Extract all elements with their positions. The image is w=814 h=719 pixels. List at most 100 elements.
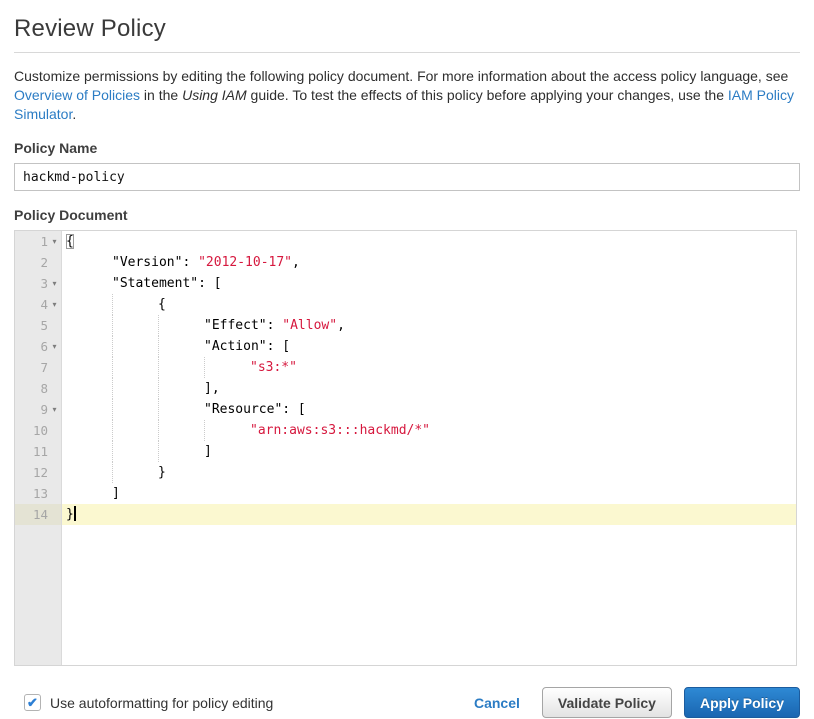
code-line-text: } [62, 462, 796, 483]
line-number: 10 [33, 420, 48, 441]
code-line-text: ] [62, 441, 796, 462]
code-line-7: "s3:*" [62, 357, 796, 378]
code-line-5: "Effect": "Allow", [62, 315, 796, 336]
indent-guide [158, 336, 159, 357]
intro-text-segment: guide. To test the effects of this polic… [247, 87, 728, 103]
fold-toggle-icon[interactable]: ▾ [48, 294, 61, 315]
policy-document-editor[interactable]: 1▾23▾4▾56▾789▾1011121314 {"Version": "20… [14, 230, 797, 666]
editor-code-area[interactable]: { "Version": "2012-10-17", "Statement": [ {… [62, 231, 796, 665]
code-line-text: "Effect": "Allow", [62, 315, 796, 336]
gutter-line-5: 5 [15, 315, 61, 336]
page-title: Review Policy [14, 15, 800, 43]
line-number: 13 [33, 483, 48, 504]
code-string-value: "s3:*" [250, 360, 297, 375]
autoformat-checkbox[interactable]: ✔ [24, 694, 41, 711]
indent-guide [158, 378, 159, 399]
code-line-text: "arn:aws:s3:::hackmd/*" [62, 420, 796, 441]
gutter-line-8: 8 [15, 378, 61, 399]
indent-guide [158, 420, 159, 441]
indent-guide [112, 399, 113, 420]
code-line-text: ], [62, 378, 796, 399]
policy-name-input[interactable] [14, 163, 800, 191]
autoformat-option[interactable]: ✔ Use autoformatting for policy editing [24, 694, 273, 711]
gutter-line-4: 4▾ [15, 294, 61, 315]
code-line-13: ] [62, 483, 796, 504]
code-line-12: } [62, 462, 796, 483]
line-number: 7 [40, 357, 48, 378]
policy-name-label: Policy Name [14, 140, 800, 156]
code-string-value: "Allow" [282, 318, 337, 333]
code-token: ] [112, 486, 120, 501]
code-token: { [66, 234, 74, 249]
code-line-1: { [62, 231, 796, 252]
code-line-11: ] [62, 441, 796, 462]
line-number: 12 [33, 462, 48, 483]
indent-guide [204, 420, 205, 441]
code-token: { [158, 297, 166, 312]
indent-guide [112, 357, 113, 378]
intro-text-segment: Customize permissions by editing the fol… [14, 68, 788, 84]
line-number: 3 [40, 273, 48, 294]
code-string-value: "2012-10-17" [198, 255, 292, 270]
indent-guide [112, 462, 113, 483]
gutter-line-14: 14 [15, 504, 61, 525]
title-divider [14, 52, 800, 53]
indent-guide [158, 441, 159, 462]
intro-text-segment: . [72, 106, 76, 122]
indent-guide [112, 420, 113, 441]
code-token: ], [204, 381, 220, 396]
fold-toggle-icon[interactable]: ▾ [48, 273, 61, 294]
code-token: } [158, 465, 166, 480]
code-line-2: "Version": "2012-10-17", [62, 252, 796, 273]
line-number: 1 [40, 231, 48, 252]
indent-guide [112, 441, 113, 462]
code-line-9: "Resource": [ [62, 399, 796, 420]
gutter-line-9: 9▾ [15, 399, 61, 420]
gutter-line-12: 12 [15, 462, 61, 483]
code-token: "Effect": [204, 318, 282, 333]
fold-toggle-icon[interactable]: ▾ [48, 399, 61, 420]
fold-toggle-icon[interactable]: ▾ [48, 231, 61, 252]
code-line-text: "Resource": [ [62, 399, 796, 420]
line-number: 14 [33, 504, 48, 525]
indent-guide [112, 315, 113, 336]
line-number: 4 [40, 294, 48, 315]
gutter-line-3: 3▾ [15, 273, 61, 294]
line-number: 6 [40, 336, 48, 357]
gutter-line-13: 13 [15, 483, 61, 504]
code-line-text: { [62, 231, 796, 252]
indent-guide [158, 315, 159, 336]
code-line-3: "Statement": [ [62, 273, 796, 294]
overview-of-policies-link[interactable]: Overview of Policies [14, 87, 140, 103]
policy-document-label: Policy Document [14, 207, 800, 223]
code-string-value: "arn:aws:s3:::hackmd/*" [250, 423, 430, 438]
intro-text-segment: in the [140, 87, 182, 103]
gutter-line-2: 2 [15, 252, 61, 273]
code-line-10: "arn:aws:s3:::hackmd/*" [62, 420, 796, 441]
indent-guide [158, 357, 159, 378]
apply-policy-button[interactable]: Apply Policy [684, 687, 800, 718]
code-line-text: "s3:*" [62, 357, 796, 378]
code-token: "Action": [ [204, 339, 290, 354]
gutter-line-6: 6▾ [15, 336, 61, 357]
code-line-text: "Version": "2012-10-17", [62, 252, 796, 273]
code-line-6: "Action": [ [62, 336, 796, 357]
line-number: 5 [40, 315, 48, 336]
code-line-14: } [62, 504, 796, 525]
code-line-text: } [62, 504, 796, 525]
cancel-link[interactable]: Cancel [474, 695, 520, 711]
code-token: "Statement": [ [112, 276, 222, 291]
line-number: 8 [40, 378, 48, 399]
code-token: , [337, 318, 345, 333]
fold-toggle-icon[interactable]: ▾ [48, 336, 61, 357]
gutter-line-11: 11 [15, 441, 61, 462]
gutter-line-1: 1▾ [15, 231, 61, 252]
footer-bar: ✔ Use autoformatting for policy editing … [14, 687, 800, 718]
indent-guide [112, 294, 113, 315]
code-line-text: "Action": [ [62, 336, 796, 357]
code-token: ] [204, 444, 212, 459]
indent-guide [158, 399, 159, 420]
validate-policy-button[interactable]: Validate Policy [542, 687, 672, 718]
indent-guide [112, 378, 113, 399]
intro-text: Customize permissions by editing the fol… [14, 67, 800, 124]
